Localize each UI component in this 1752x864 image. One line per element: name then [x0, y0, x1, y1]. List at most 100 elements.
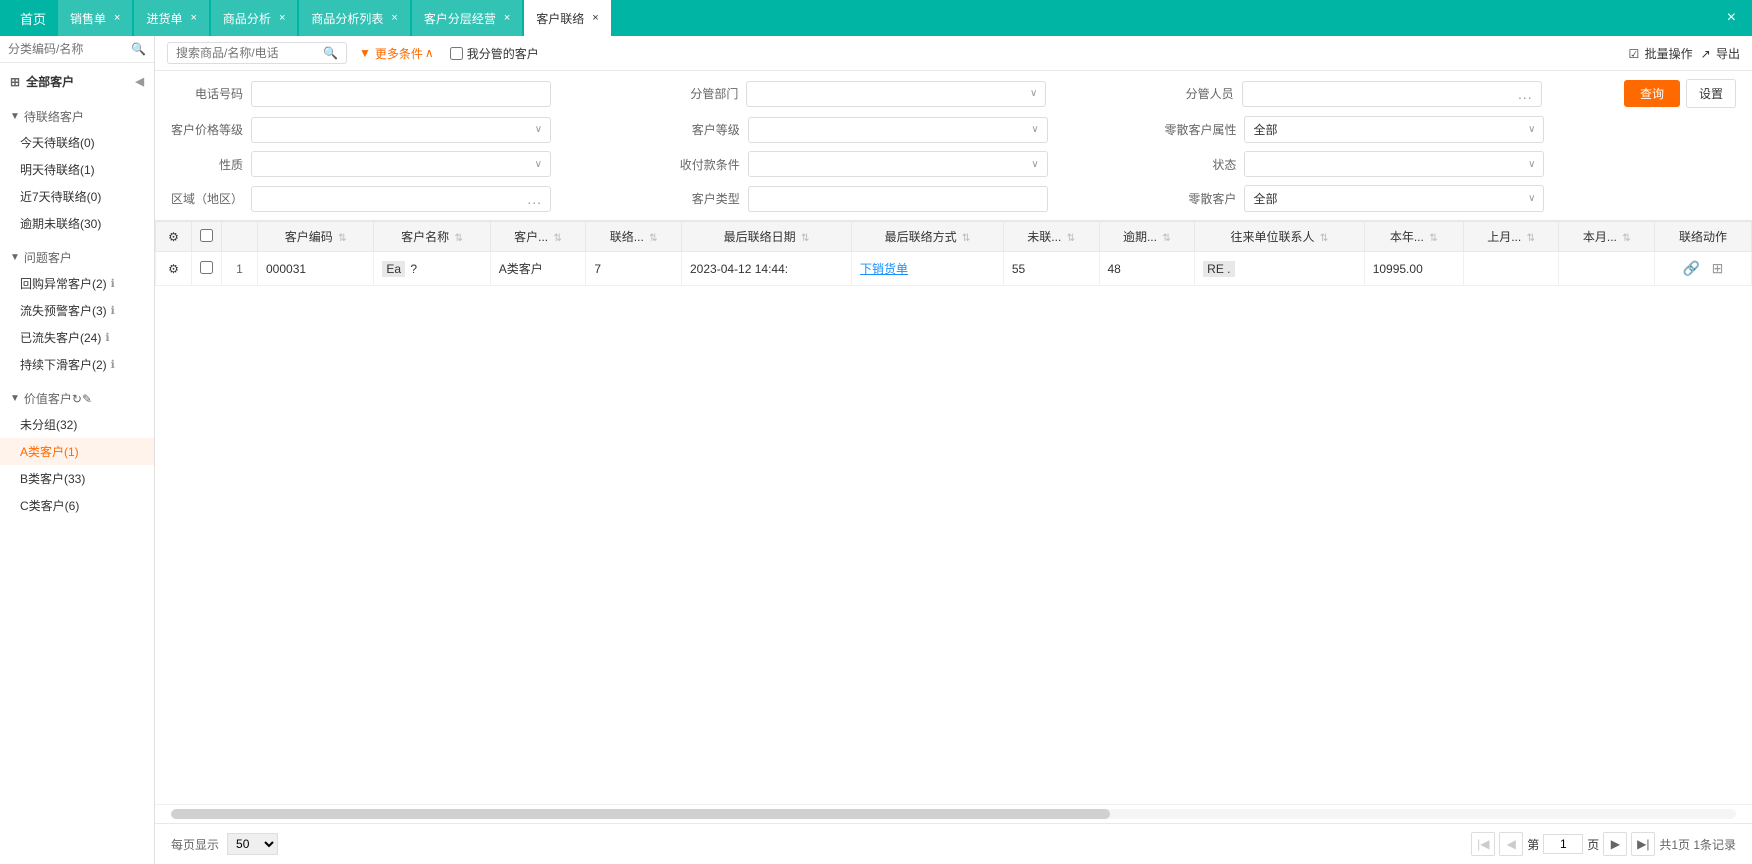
nav-tab-purchase-close[interactable]: ×	[190, 12, 196, 24]
sidebar-item-7days[interactable]: 近7天待联络(0)	[0, 183, 154, 210]
table-header-this-month[interactable]: 本月... ⇅	[1559, 222, 1655, 252]
filter-scattered-label: 零散客户	[1164, 190, 1244, 207]
page-size-select[interactable]: 50 100 200	[227, 833, 278, 855]
filter-phone-control[interactable]	[251, 81, 551, 107]
sidebar-item-type-b[interactable]: B类客户(33)	[0, 465, 154, 492]
manager-dots-icon: ...	[1518, 86, 1533, 102]
nav-tab-customer-segment-close[interactable]: ×	[504, 12, 510, 24]
filter-status-control[interactable]: ∨	[1244, 151, 1544, 177]
table-header-this-year[interactable]: 本年... ⇅	[1364, 222, 1463, 252]
filter-scattered-attr-control[interactable]: 全部 ∨	[1244, 116, 1544, 143]
action-qr-icon[interactable]: ⊞	[1708, 258, 1728, 279]
prev-page-button[interactable]: ◀	[1499, 832, 1523, 856]
setting-button[interactable]: 设置	[1686, 79, 1736, 108]
filter-search-input[interactable]	[176, 46, 323, 60]
table-cell-last-way[interactable]: 下销货单	[852, 252, 1004, 286]
nav-tab-customer-segment[interactable]: 客户分层经营 ×	[412, 0, 522, 36]
batch-operation-link[interactable]: ☑ 批量操作	[1628, 45, 1692, 62]
table-header-code[interactable]: 客户编码 ⇅	[258, 222, 374, 252]
filter-price-level-item: 客户价格等级 ∨	[171, 117, 623, 143]
table-header-gear[interactable]: ⚙	[156, 222, 192, 252]
table-header-last-way[interactable]: 最后联络方式 ⇅	[852, 222, 1004, 252]
sidebar-item-type-c[interactable]: C类客户(6)	[0, 492, 154, 519]
filter-scattered-control[interactable]: 全部 ∨	[1244, 185, 1544, 212]
last-contact-way-link[interactable]: 下销货单	[860, 262, 908, 276]
filter-region-control[interactable]: ...	[251, 186, 551, 212]
first-page-button[interactable]: |◀	[1471, 832, 1495, 856]
filter-price-level-control[interactable]: ∨	[251, 117, 551, 143]
filter-customer-type-control[interactable]	[748, 186, 1048, 212]
sidebar-item-lost[interactable]: 已流失客户(24) ℹ	[0, 324, 154, 351]
nav-tab-product-analysis-list[interactable]: 商品分析列表 ×	[299, 0, 409, 36]
filter-manager-label: 分管人员	[1162, 85, 1242, 102]
value-customer-refresh-icon[interactable]: ↻	[72, 392, 82, 406]
filter-payment-control[interactable]: ∨	[748, 151, 1048, 177]
sidebar-item-unclassified[interactable]: 未分组(32)	[0, 411, 154, 438]
table-header-unit-contact[interactable]: 往来单位联系人 ⇅	[1195, 222, 1365, 252]
sidebar-collapse-icon[interactable]: ◀	[136, 75, 144, 88]
filter-mine-checkbox[interactable]	[450, 47, 463, 60]
nav-tab-customer-contact[interactable]: 客户联络 ×	[524, 0, 610, 36]
nav-tab-sales-close[interactable]: ×	[114, 12, 120, 24]
pending-contact-arrow: ▼	[10, 111, 20, 122]
nav-tab-product-analysis[interactable]: 商品分析 ×	[211, 0, 297, 36]
value-customer-edit-icon[interactable]: ✎	[82, 392, 92, 406]
nav-tab-sales[interactable]: 销售单 ×	[58, 0, 132, 36]
nav-tab-product-analysis-close[interactable]: ×	[279, 12, 285, 24]
sidebar-all-customers-header[interactable]: ⊞ 全部客户 ◀	[0, 67, 154, 96]
export-link[interactable]: ↗ 导出	[1701, 45, 1740, 62]
nav-home[interactable]: 首页	[8, 9, 58, 28]
filter-customer-level-control[interactable]: ∨	[748, 117, 1048, 143]
filter-mine-customers[interactable]: 我分管的客户	[450, 45, 539, 62]
query-button[interactable]: 查询	[1624, 80, 1680, 107]
sidebar-item-lost-potential[interactable]: 流失预警客户(3) ℹ	[0, 297, 154, 324]
sidebar-pending-contact-label[interactable]: ▼ 待联络客户	[0, 104, 154, 129]
table-header-last-month[interactable]: 上月... ⇅	[1463, 222, 1559, 252]
filter-payment-item: 收付款条件 ∨	[668, 151, 1120, 177]
table-header-type[interactable]: 客户... ⇅	[490, 222, 586, 252]
nav-tab-purchase[interactable]: 进货单 ×	[134, 0, 208, 36]
filter-nature-control[interactable]: ∨	[251, 151, 551, 177]
action-link-icon[interactable]: 🔗	[1679, 258, 1704, 279]
table-check-all[interactable]	[200, 229, 213, 242]
table-header-name[interactable]: 客户名称 ⇅	[374, 222, 490, 252]
sidebar-item-type-a[interactable]: A类客户(1)	[0, 438, 154, 465]
table-cell-check[interactable]	[192, 252, 222, 286]
table-header-not-contacted[interactable]: 未联... ⇅	[1003, 222, 1099, 252]
row-checkbox[interactable]	[200, 261, 213, 274]
filter-dept-control[interactable]: ∨	[746, 81, 1046, 107]
sidebar-item-today[interactable]: 今天待联络(0)	[0, 129, 154, 156]
sidebar-search-icon[interactable]: 🔍	[131, 42, 146, 56]
current-page-input[interactable]	[1543, 834, 1583, 854]
table-header-overdue[interactable]: 逾期... ⇅	[1099, 222, 1195, 252]
filter-search-icon[interactable]: 🔍	[323, 46, 338, 60]
row-gear-icon[interactable]: ⚙	[168, 262, 179, 276]
filter-status-label: 状态	[1164, 156, 1244, 173]
sidebar-item-continuous-decline[interactable]: 持续下滑客户(2) ℹ	[0, 351, 154, 378]
content-area: 🔍 ▼ 更多条件 ∧ 我分管的客户 ☑ 批量操作 ↗ 导出	[155, 36, 1752, 864]
table-header-not-contacted-sort: ⇅	[1067, 233, 1075, 244]
sidebar-item-overdue[interactable]: 逾期未联络(30)	[0, 210, 154, 237]
table-header-this-year-sort: ⇅	[1429, 233, 1437, 244]
repeat-abnormal-info-icon: ℹ	[111, 277, 115, 290]
table-header-contact[interactable]: 联络... ⇅	[586, 222, 682, 252]
sidebar-item-tomorrow[interactable]: 明天待联络(1)	[0, 156, 154, 183]
sidebar-problem-customer-label[interactable]: ▼ 问题客户	[0, 245, 154, 270]
nav-tab-product-analysis-list-close[interactable]: ×	[391, 12, 397, 24]
close-all-tabs-button[interactable]: ×	[1719, 9, 1744, 27]
table-header-last-date[interactable]: 最后联络日期 ⇅	[682, 222, 852, 252]
table-cell-gear[interactable]: ⚙	[156, 252, 192, 286]
nav-tab-customer-contact-close[interactable]: ×	[592, 12, 598, 24]
next-page-button[interactable]: ▶	[1603, 832, 1627, 856]
filter-more-conditions[interactable]: ▼ 更多条件 ∧	[359, 45, 434, 62]
horizontal-scrollbar[interactable]	[155, 804, 1752, 823]
sidebar-item-repeat-abnormal[interactable]: 回购异常客户(2) ℹ	[0, 270, 154, 297]
last-page-button[interactable]: ▶|	[1631, 832, 1655, 856]
check-square-icon: ☑	[1628, 47, 1639, 61]
filter-manager-control[interactable]: ...	[1242, 81, 1542, 107]
sidebar-value-customer-label[interactable]: ▼ 价值客户 ↻ ✎	[0, 386, 154, 411]
lost-info-icon: ℹ	[105, 331, 109, 344]
sidebar-search-input[interactable]	[8, 42, 131, 56]
table-header-overdue-sort: ⇅	[1162, 233, 1170, 244]
table-header-check[interactable]	[192, 222, 222, 252]
